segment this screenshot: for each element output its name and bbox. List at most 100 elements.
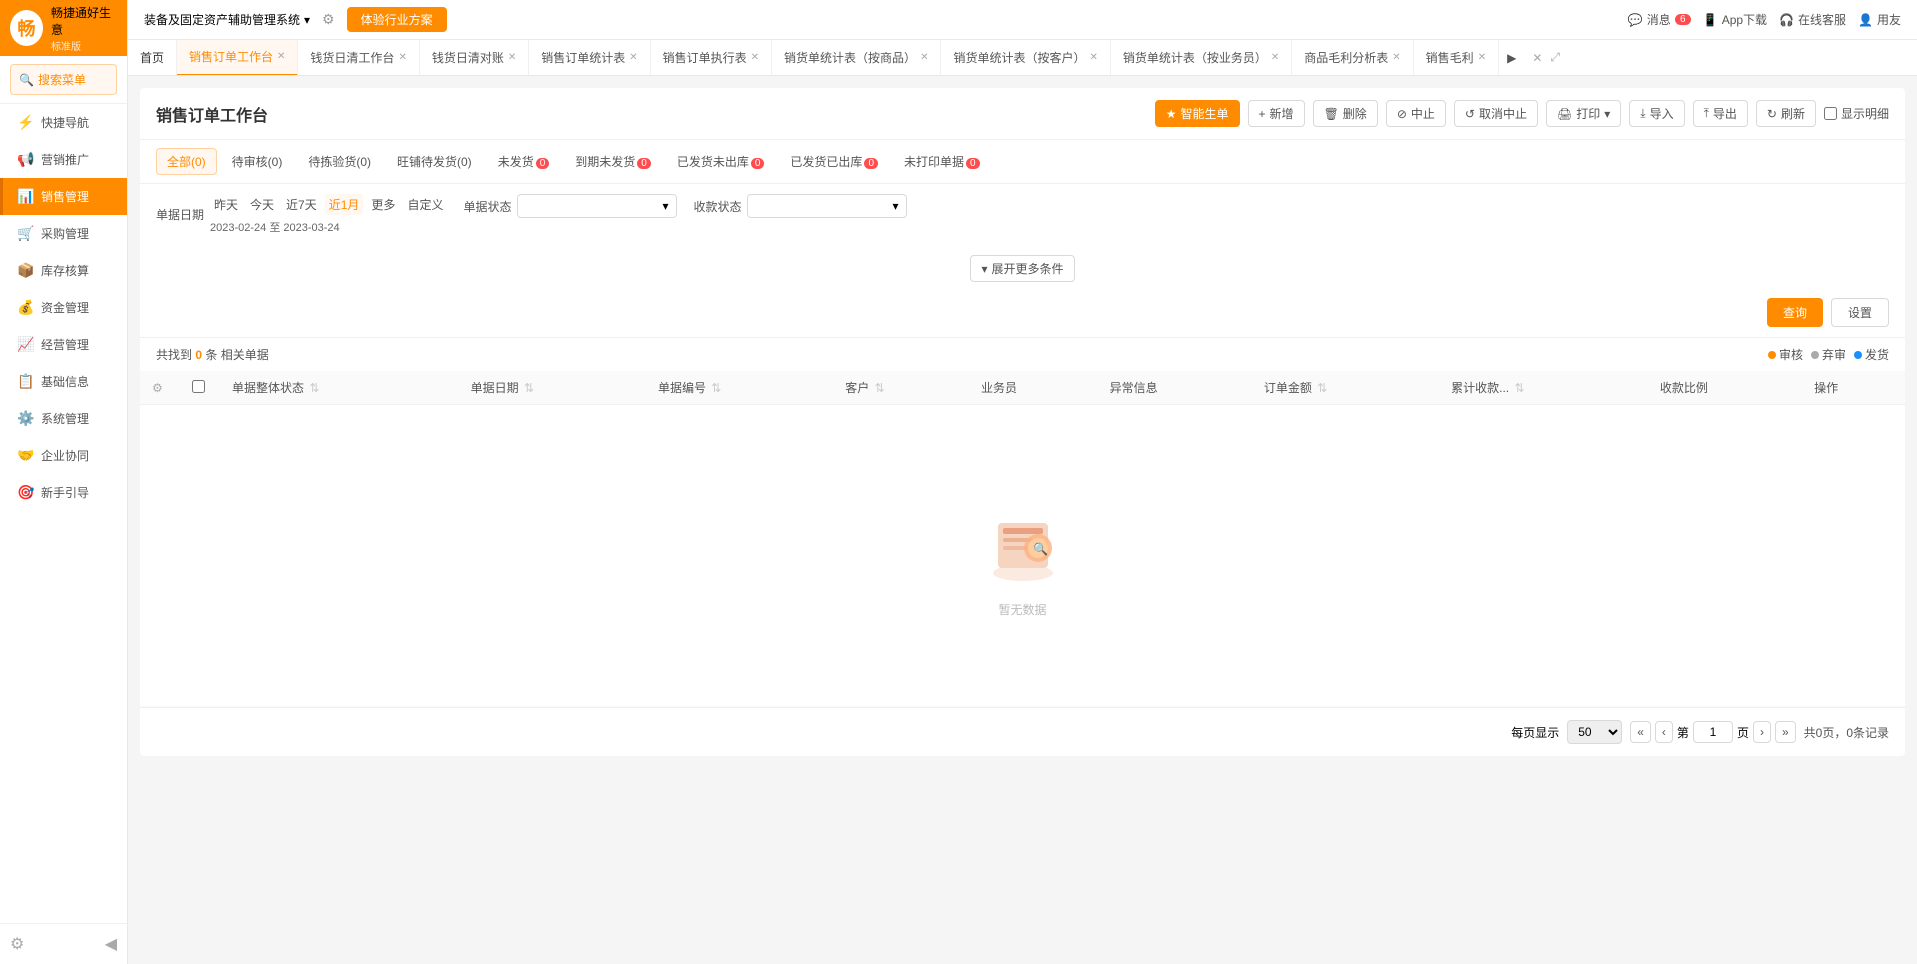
trash-icon: 🗑 [1324, 107, 1339, 121]
headset-icon: 🎧 [1779, 13, 1794, 27]
sidebar-item-marketing[interactable]: 📢 营销推广 [0, 141, 127, 178]
tab-cash-reconcile[interactable]: 钱货日清对账 ✕ [420, 40, 529, 76]
sidebar-item-sales[interactable]: 📊 销售管理 [0, 178, 127, 215]
shortcut-more[interactable]: 更多 [367, 194, 399, 215]
expand-conditions-button[interactable]: ▾ 展开更多条件 [970, 255, 1074, 282]
tab-home[interactable]: 首页 [128, 40, 177, 76]
sort-number-icon[interactable]: ⇅ [711, 381, 721, 395]
tab-cash-daily[interactable]: 钱货日清工作台 ✕ [298, 40, 419, 76]
tab-close-icon-7[interactable]: ✕ [1089, 52, 1097, 63]
tab-close-icon-5[interactable]: ✕ [751, 52, 759, 63]
page-next-button[interactable]: › [1753, 721, 1771, 743]
tab-action-close-all[interactable]: ✕ [1532, 51, 1542, 65]
tab-close-icon-10[interactable]: ✕ [1478, 52, 1486, 63]
filter-tab-overdue[interactable]: 到期未发货0 [564, 148, 662, 175]
sort-status-icon[interactable]: ⇅ [309, 381, 319, 395]
page-last-button[interactable]: » [1775, 721, 1796, 743]
col-exception: 异常信息 [1098, 371, 1252, 405]
sidebar-item-guide[interactable]: 🎯 新手引导 [0, 474, 127, 511]
search-menu-button[interactable]: 🔍 搜索菜单 [10, 64, 117, 95]
shortcut-today[interactable]: 今天 [246, 194, 278, 215]
setting-button[interactable]: 设置 [1831, 298, 1889, 327]
system-title-dropdown[interactable]: 装备及固定资产辅助管理系统 ▾ [144, 11, 310, 28]
sidebar-item-cooperation[interactable]: 🤝 企业协同 [0, 437, 127, 474]
status-select[interactable]: ▾ [517, 194, 677, 218]
settings-icon[interactable]: ⚙ [322, 11, 335, 28]
sort-amount-icon[interactable]: ⇅ [1317, 381, 1327, 395]
tab-sales-more[interactable]: 销售毛利 ✕ [1414, 40, 1499, 76]
sort-collected-icon[interactable]: ⇅ [1514, 381, 1524, 395]
filter-tab-all[interactable]: 全部(0) [156, 148, 217, 175]
page-input[interactable] [1693, 721, 1733, 743]
per-page-label: 每页显示 [1511, 724, 1559, 741]
collapse-icon[interactable]: ◀ [105, 934, 117, 954]
shortcut-7days[interactable]: 近7天 [282, 194, 321, 215]
delete-button[interactable]: 🗑 删除 [1313, 100, 1378, 127]
filter-tab-not-printed[interactable]: 未打印单据0 [893, 148, 991, 175]
filter-tab-not-shipped[interactable]: 未发货0 [487, 148, 561, 175]
column-setting-icon[interactable]: ⚙ [152, 381, 163, 395]
sidebar-item-quick-nav[interactable]: ⚡ 快捷导航 [0, 104, 127, 141]
tab-sales-stat[interactable]: 销售订单统计表 ✕ [529, 40, 650, 76]
ship-button[interactable]: 发货 [1854, 346, 1889, 363]
industry-plan-button[interactable]: 体验行业方案 [347, 7, 447, 32]
message-button[interactable]: 💬 消息 6 [1628, 11, 1691, 28]
tab-action-maximize[interactable]: ⤢ [1550, 50, 1560, 65]
query-button[interactable]: 查询 [1767, 298, 1823, 327]
select-all-checkbox[interactable] [192, 380, 205, 393]
shortcut-1month[interactable]: 近1月 [325, 194, 364, 215]
tab-profit-analysis[interactable]: 商品毛利分析表 ✕ [1292, 40, 1413, 76]
tab-sales-by-customer[interactable]: 销货单统计表（按客户） ✕ [941, 40, 1110, 76]
tab-close-icon-9[interactable]: ✕ [1392, 52, 1400, 63]
sidebar-item-finance[interactable]: 💰 资金管理 [0, 289, 127, 326]
per-page-select[interactable]: 50 20 100 [1567, 720, 1622, 744]
tab-sales-exec[interactable]: 销售订单执行表 ✕ [651, 40, 772, 76]
filter-tab-pending-inspect[interactable]: 待拣验货(0) [297, 148, 382, 175]
filter-tab-pending-review[interactable]: 待审核(0) [221, 148, 294, 175]
tab-close-icon[interactable]: ✕ [277, 51, 285, 62]
tab-close-icon-8[interactable]: ✕ [1271, 52, 1279, 63]
app-download-button[interactable]: 📱 App下载 [1703, 11, 1767, 28]
refresh-button[interactable]: ↻ 刷新 [1756, 100, 1816, 127]
filter-tab-shipped-out[interactable]: 已发货已出库0 [779, 148, 889, 175]
show-detail-checkbox-label[interactable]: 显示明细 [1824, 105, 1889, 122]
sidebar-item-inventory[interactable]: 📦 库存核算 [0, 252, 127, 289]
import-button[interactable]: ⤓ 导入 [1629, 100, 1684, 127]
export-button[interactable]: ⤒ 导出 [1693, 100, 1748, 127]
filter-tab-shipped-not-out[interactable]: 已发货未出库0 [666, 148, 776, 175]
tab-close-icon-2[interactable]: ✕ [398, 52, 406, 63]
tab-close-icon-6[interactable]: ✕ [920, 52, 928, 63]
payment-select[interactable]: ▾ [747, 194, 907, 218]
tab-sales-by-product[interactable]: 销货单统计表（按商品） ✕ [772, 40, 941, 76]
shortcut-custom[interactable]: 自定义 [403, 194, 447, 215]
settings-bottom-icon[interactable]: ⚙ [10, 934, 24, 954]
tab-sales-workbench[interactable]: 销售订单工作台 ✕ [177, 40, 298, 76]
cancel-stop-button[interactable]: ↺ 取消中止 [1454, 100, 1538, 127]
cancel-review-button[interactable]: 弃审 [1811, 346, 1846, 363]
sidebar-item-purchase[interactable]: 🛒 采购管理 [0, 215, 127, 252]
sidebar-item-basic-info[interactable]: 📋 基础信息 [0, 363, 127, 400]
tab-close-icon-3[interactable]: ✕ [508, 52, 516, 63]
tab-sales-by-staff[interactable]: 销货单统计表（按业务员） ✕ [1111, 40, 1292, 76]
add-button[interactable]: + 新增 [1248, 100, 1305, 127]
sidebar-item-operations[interactable]: 📈 经营管理 [0, 326, 127, 363]
col-staff: 业务员 [969, 371, 1098, 405]
count-value: 0 [195, 348, 202, 362]
sort-customer-icon[interactable]: ⇅ [875, 381, 885, 395]
sidebar-item-system[interactable]: ⚙️ 系统管理 [0, 400, 127, 437]
sort-date-icon[interactable]: ⇅ [524, 381, 534, 395]
tab-close-icon-4[interactable]: ✕ [629, 52, 637, 63]
tab-overflow-button[interactable]: ▶ [1499, 51, 1524, 65]
shortcut-yesterday[interactable]: 昨天 [210, 194, 242, 215]
user-menu-button[interactable]: 👤 用友 [1858, 11, 1901, 28]
page-prev-button[interactable]: ‹ [1655, 721, 1673, 743]
col-number: 单据编号 ⇅ [646, 371, 833, 405]
show-detail-checkbox[interactable] [1824, 107, 1837, 120]
smart-create-button[interactable]: ★ 智能生单 [1155, 100, 1240, 127]
page-first-button[interactable]: « [1630, 721, 1651, 743]
stop-button[interactable]: ⊘ 中止 [1386, 100, 1446, 127]
review-button[interactable]: 审核 [1768, 346, 1803, 363]
print-button[interactable]: 🖨 打印 ▾ [1546, 100, 1621, 127]
filter-tab-wangpu[interactable]: 旺铺待发货(0) [386, 148, 483, 175]
online-service-button[interactable]: 🎧 在线客服 [1779, 11, 1846, 28]
